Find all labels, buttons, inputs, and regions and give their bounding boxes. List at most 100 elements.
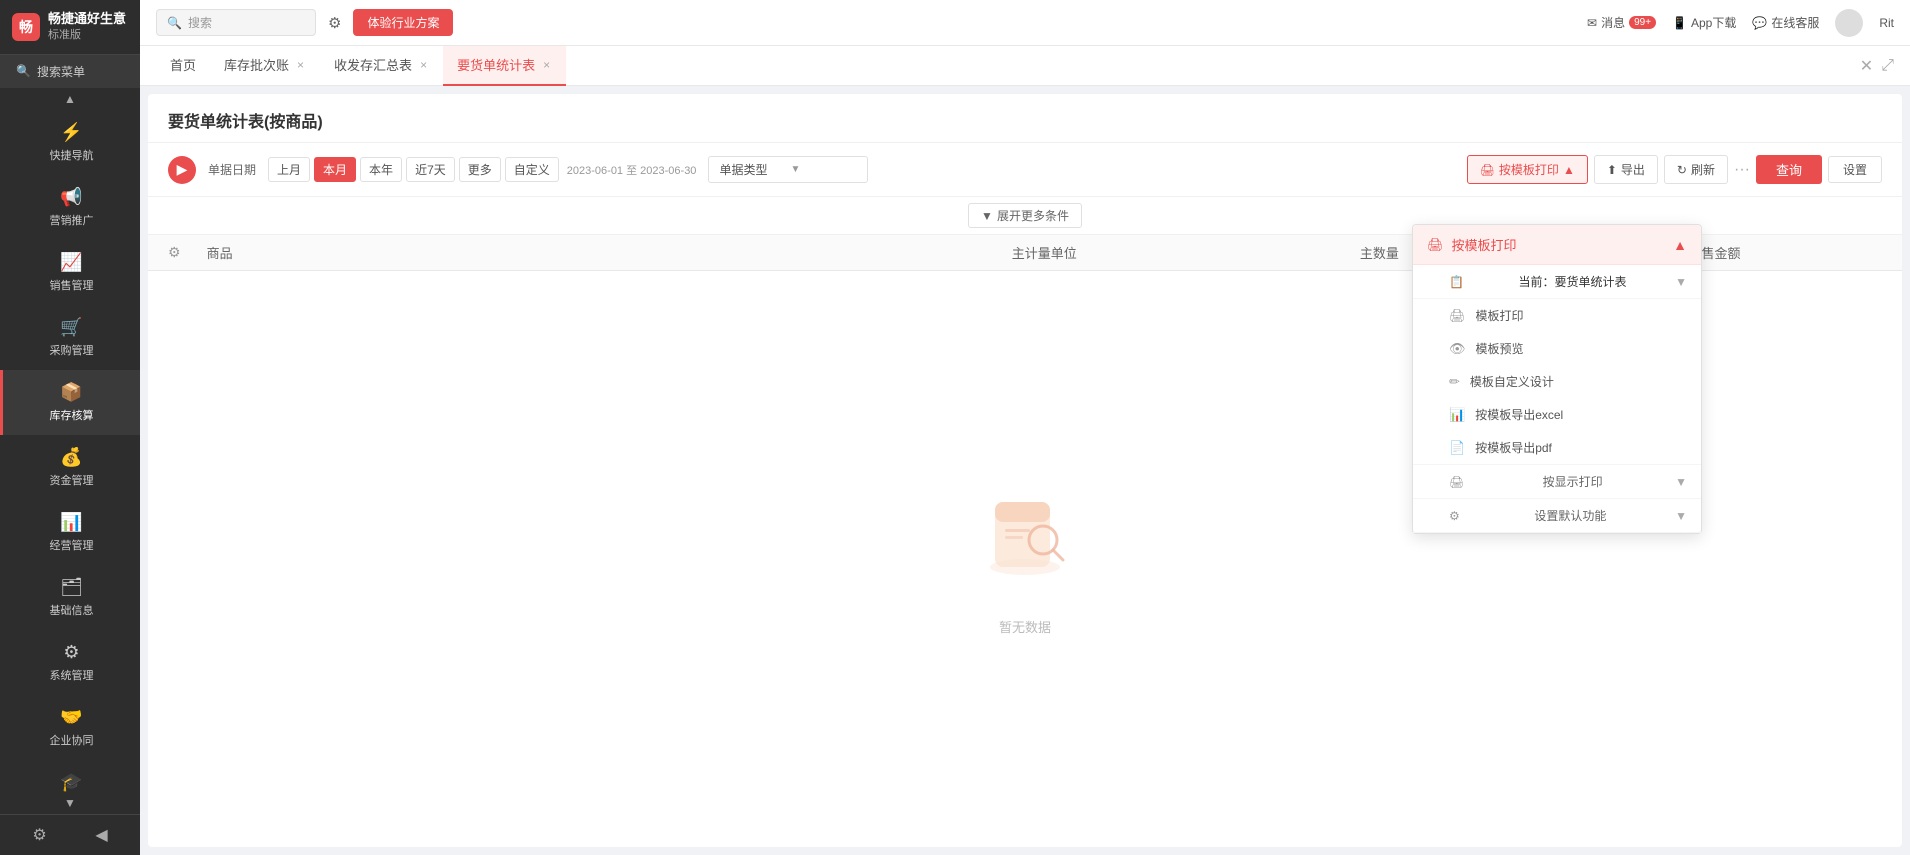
topbar-messages[interactable]: ✉ 消息 99+: [1587, 14, 1656, 31]
export-button[interactable]: ⬆ 导出: [1594, 155, 1658, 184]
date-btn-more[interactable]: 更多: [459, 157, 501, 182]
purchase-icon: 🛒: [60, 317, 82, 338]
topbar-search[interactable]: 🔍 搜索: [156, 9, 316, 36]
quicknav-icon: ⚡: [60, 122, 82, 143]
design-item-icon: ✏: [1449, 374, 1460, 390]
message-badge: 99+: [1629, 16, 1656, 29]
date-btn-this-year[interactable]: 本年: [360, 157, 402, 182]
dropdown-collapse-btn[interactable]: ▲: [1673, 237, 1687, 253]
date-btn-7days[interactable]: 近7天: [406, 157, 455, 182]
date-filter-group: 上月 本月 本年 近7天 更多 自定义 2023-06-01 至 2023-06…: [268, 157, 696, 182]
tab-stock-summary-label: 收发存汇总表: [334, 55, 412, 74]
date-btn-last-month[interactable]: 上月: [268, 157, 310, 182]
tab-order-stats-close[interactable]: ×: [541, 58, 552, 72]
sidebar-item-quicknav[interactable]: ⚡ 快捷导航: [0, 110, 140, 175]
tab-stock-summary[interactable]: 收发存汇总表 ×: [320, 46, 443, 86]
topbar-app-download[interactable]: 📱 App下载: [1672, 14, 1736, 31]
default-func-expand: ▼: [1675, 509, 1687, 523]
finance-icon: 💰: [60, 447, 82, 468]
query-button[interactable]: 查询: [1756, 155, 1822, 184]
page-header: 要货单统计表(按商品): [148, 94, 1902, 143]
trial-button[interactable]: 体验行业方案: [353, 9, 453, 36]
logo-text: 畅捷通好生意 标准版: [48, 10, 126, 44]
column-settings-icon[interactable]: ⚙: [168, 244, 181, 261]
print-template-button[interactable]: 🖨 按模板打印 ▲: [1467, 155, 1588, 184]
tab-inventory-batch[interactable]: 库存批次账 ×: [210, 46, 320, 86]
topbar-search-icon: 🔍: [167, 16, 182, 30]
order-type-filter[interactable]: 单据类型 ▼: [708, 156, 868, 183]
page-content: 要货单统计表(按商品) ▶ 单据日期 上月 本月 本年 近7天 更多 自定义 2…: [148, 94, 1902, 847]
sidebar-item-inventory[interactable]: 📦 库存核算: [0, 370, 140, 435]
date-range-display: 2023-06-01 至 2023-06-30: [567, 162, 697, 178]
dropdown-item-export-pdf[interactable]: 📄 按模板导出pdf: [1413, 431, 1701, 464]
dropdown-item-export-excel[interactable]: 📊 按模板导出excel: [1413, 398, 1701, 431]
page-title: 要货单统计表(按商品): [168, 114, 323, 131]
sidebar-item-purchase[interactable]: 🛒 采购管理: [0, 305, 140, 370]
filter-expand-btn[interactable]: ▶: [168, 156, 196, 184]
default-func-row[interactable]: ⚙ 设置默认功能 ▼: [1413, 499, 1701, 532]
sidebar-item-system[interactable]: ⚙ 系统管理: [0, 630, 140, 695]
expand-icon: ▶: [177, 161, 188, 178]
topbar: 🔍 搜索 ⚙ 体验行业方案 ✉ 消息 99+ 📱 App下载 💬 在线客服 Ri…: [140, 0, 1910, 46]
settings-button[interactable]: 设置: [1828, 156, 1882, 183]
default-func-section: ⚙ 设置默认功能 ▼: [1413, 499, 1701, 533]
sidebar-item-basics[interactable]: 🗂 基础信息: [0, 565, 140, 630]
tab-stock-summary-close[interactable]: ×: [418, 58, 429, 72]
tab-close-all[interactable]: ✕: [1860, 56, 1873, 76]
topbar-right: ✉ 消息 99+ 📱 App下载 💬 在线客服 Rit: [1587, 9, 1894, 37]
dropdown-item-preview[interactable]: 👁 模板预览: [1413, 332, 1701, 365]
sidebar-scroll-down[interactable]: ▼: [0, 792, 140, 814]
filter-bar: ▶ 单据日期 上月 本月 本年 近7天 更多 自定义 2023-06-01 至 …: [148, 143, 1902, 197]
sidebar-item-sales[interactable]: 📈 销售管理: [0, 240, 140, 305]
date-btn-custom[interactable]: 自定义: [505, 157, 559, 182]
current-template-row[interactable]: 📋 当前：要货单统计表 ▼: [1413, 265, 1701, 298]
topbar-gear[interactable]: ⚙: [328, 14, 341, 32]
tab-home[interactable]: 首页: [156, 46, 210, 86]
dropdown-item-print[interactable]: 🖨 模板打印: [1413, 299, 1701, 332]
sidebar-item-collab[interactable]: 🤝 企业协同: [0, 695, 140, 760]
dropdown-item-design[interactable]: ✏ 模板自定义设计: [1413, 365, 1701, 398]
sidebar-scroll-up[interactable]: ▲: [0, 88, 140, 110]
tab-order-stats[interactable]: 要货单统计表 ×: [443, 46, 566, 86]
more-button[interactable]: ···: [1734, 161, 1750, 179]
dropdown-print-icon: 🖨: [1427, 237, 1444, 253]
display-print-icon: 🖨: [1449, 475, 1464, 489]
sidebar-settings-btn[interactable]: ⚙: [32, 825, 46, 845]
operations-icon: 📊: [60, 512, 82, 533]
current-template-expand: ▼: [1675, 275, 1687, 289]
main-area: 🔍 搜索 ⚙ 体验行业方案 ✉ 消息 99+ 📱 App下载 💬 在线客服 Ri…: [140, 0, 1910, 855]
default-func-icon: ⚙: [1449, 509, 1460, 523]
user-avatar[interactable]: [1835, 9, 1863, 37]
order-type-chevron: ▼: [790, 164, 857, 175]
sidebar-logo: 畅 畅捷通好生意 标准版: [0, 0, 140, 55]
sidebar-bottom: ⚙ ◀: [0, 814, 140, 855]
refresh-button[interactable]: ↻ 刷新: [1664, 155, 1728, 184]
sidebar-search[interactable]: 🔍 搜索菜单: [0, 55, 140, 88]
sidebar-item-operations[interactable]: 📊 经营管理: [0, 500, 140, 565]
col-unit: 主计量单位: [877, 243, 1212, 262]
display-print-expand: ▼: [1675, 475, 1687, 489]
logo-icon: 畅: [12, 13, 40, 41]
user-name: Rit: [1879, 16, 1894, 30]
date-btn-this-month[interactable]: 本月: [314, 157, 356, 182]
expand-more-button[interactable]: ▼ 展开更多条件: [968, 203, 1082, 228]
print-template-section: 🖨 模板打印 👁 模板预览 ✏ 模板自定义设计 📊 按模板导出excel 📄: [1413, 299, 1701, 465]
marketing-icon: 📢: [60, 187, 82, 208]
empty-text: 暂无数据: [999, 617, 1051, 636]
preview-item-icon: 👁: [1449, 341, 1466, 357]
sidebar-item-guide[interactable]: 🎓 新手引导: [0, 760, 140, 792]
display-print-row[interactable]: 🖨 按显示打印 ▼: [1413, 465, 1701, 498]
current-template-icon: 📋: [1449, 275, 1464, 289]
sidebar-item-finance[interactable]: 💰 资金管理: [0, 435, 140, 500]
sidebar-collapse-btn[interactable]: ◀: [95, 825, 107, 845]
sidebar: 畅 畅捷通好生意 标准版 🔍 搜索菜单 ▲ ⚡ 快捷导航 📢 营销推广 📈 销售…: [0, 0, 140, 855]
tab-inventory-batch-label: 库存批次账: [224, 55, 289, 74]
tab-inventory-batch-close[interactable]: ×: [295, 58, 306, 72]
inventory-icon: 📦: [60, 382, 82, 403]
sidebar-item-marketing[interactable]: 📢 营销推广: [0, 175, 140, 240]
print-expand-icon: ▲: [1563, 163, 1575, 177]
tab-order-stats-label: 要货单统计表: [457, 55, 535, 74]
tab-expand[interactable]: ⤢: [1881, 57, 1894, 75]
tabbar: 首页 库存批次账 × 收发存汇总表 × 要货单统计表 × ✕ ⤢: [140, 46, 1910, 86]
topbar-online-service[interactable]: 💬 在线客服: [1752, 14, 1819, 31]
